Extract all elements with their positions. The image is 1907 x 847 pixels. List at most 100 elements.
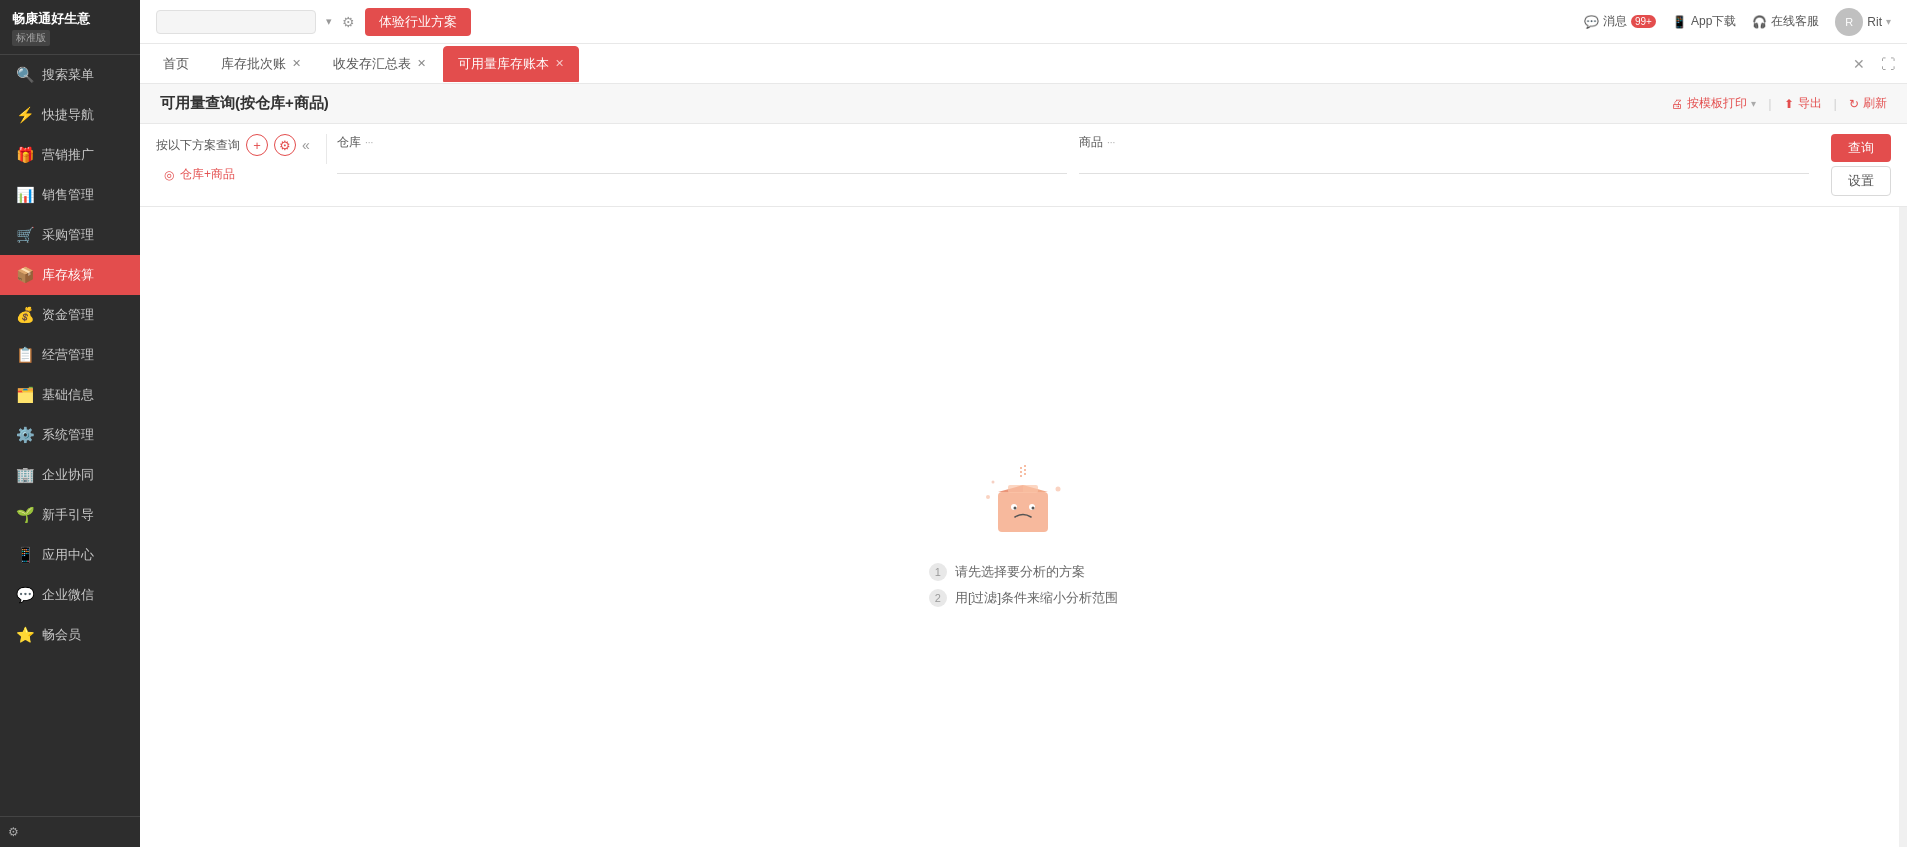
message-badge: 99+ bbox=[1631, 15, 1656, 28]
trial-button[interactable]: 体验行业方案 bbox=[365, 8, 471, 36]
sidebar-item-label-inventory: 库存核算 bbox=[42, 266, 94, 284]
app-download-icon: 📱 bbox=[1672, 15, 1687, 29]
settings-button[interactable]: 设置 bbox=[1831, 166, 1891, 196]
sidebar-item-label-sales: 销售管理 bbox=[42, 186, 94, 204]
tab-batch-ledger[interactable]: 库存批次账✕ bbox=[206, 46, 316, 82]
sidebar-item-system[interactable]: ⚙️ 系统管理 bbox=[0, 415, 140, 455]
main-area: ▾ ⚙ 体验行业方案 💬 消息 99+ 📱 App下载 🎧 在线客服 R Rit… bbox=[140, 0, 1907, 847]
membership-icon: ⭐ bbox=[16, 626, 34, 644]
operations-icon: 📋 bbox=[16, 346, 34, 364]
finance-icon: 💰 bbox=[16, 306, 34, 324]
maximize-icon[interactable]: ⛶ bbox=[1877, 52, 1899, 76]
close-window-icon[interactable]: ✕ bbox=[1849, 52, 1869, 76]
sidebar-item-marketing-promo[interactable]: 🎁 营销推广 bbox=[0, 135, 140, 175]
message-button[interactable]: 💬 消息 99+ bbox=[1584, 13, 1656, 30]
sidebar-item-shortcut[interactable]: ⚡ 快捷导航 bbox=[0, 95, 140, 135]
sidebar: 畅康通好生意 标准版 🔍 搜索菜单 ⚡ 快捷导航 🎁 营销推广 📊 销售管理 🛒… bbox=[0, 0, 140, 847]
sidebar-item-purchase[interactable]: 🛒 采购管理 bbox=[0, 215, 140, 255]
wechat-icon: 💬 bbox=[16, 586, 34, 604]
sidebar-item-finance[interactable]: 💰 资金管理 bbox=[0, 295, 140, 335]
purchase-icon: 🛒 bbox=[16, 226, 34, 244]
print-chevron-icon: ▾ bbox=[1751, 98, 1756, 109]
sidebar-item-newbie[interactable]: 🌱 新手引导 bbox=[0, 495, 140, 535]
sales-icon: 📊 bbox=[16, 186, 34, 204]
topbar-chevron-icon[interactable]: ▾ bbox=[326, 15, 332, 28]
tab-label-available-ledger: 可用量库存账本 bbox=[458, 55, 549, 73]
sidebar-scroll: 🔍 搜索菜单 ⚡ 快捷导航 🎁 营销推广 📊 销售管理 🛒 采购管理 📦 库存核… bbox=[0, 55, 140, 816]
scheme-icon: ◎ bbox=[164, 168, 174, 182]
query-actions: 查询 设置 bbox=[1831, 134, 1891, 196]
query-button[interactable]: 查询 bbox=[1831, 134, 1891, 162]
shortcut-icon: ⚡ bbox=[16, 106, 34, 124]
brand-name: 畅康通好生意 bbox=[12, 10, 128, 28]
sidebar-item-inventory[interactable]: 📦 库存核算 bbox=[0, 255, 140, 295]
refresh-button[interactable]: ↻ 刷新 bbox=[1849, 95, 1887, 112]
user-chevron-icon: ▾ bbox=[1886, 16, 1891, 27]
topbar-right: 💬 消息 99+ 📱 App下载 🎧 在线客服 R Rit ▾ bbox=[1584, 8, 1891, 36]
sidebar-item-label-purchase: 采购管理 bbox=[42, 226, 94, 244]
page-header: 可用量查询(按仓库+商品) 🖨 按模板打印 ▾ | ⬆ 导出 | ↻ 刷新 bbox=[140, 84, 1907, 124]
export-button[interactable]: ⬆ 导出 bbox=[1784, 95, 1822, 112]
scheme-item-warehouse-product[interactable]: ◎ 仓库+商品 bbox=[156, 162, 316, 187]
sidebar-item-sales[interactable]: 📊 销售管理 bbox=[0, 175, 140, 215]
sidebar-bottom: ⚙ bbox=[0, 816, 140, 847]
sidebar-item-label-newbie: 新手引导 bbox=[42, 506, 94, 524]
sidebar-item-label-wechat: 企业微信 bbox=[42, 586, 94, 604]
online-service-button[interactable]: 🎧 在线客服 bbox=[1752, 13, 1819, 30]
filter-setting-button[interactable]: ⚙ bbox=[274, 134, 296, 156]
sidebar-item-label-enterprise: 企业协同 bbox=[42, 466, 94, 484]
topbar-search-input[interactable] bbox=[156, 10, 316, 34]
empty-hint-2: 2 用[过滤]条件来缩小分析范围 bbox=[929, 589, 1118, 607]
topbar: ▾ ⚙ 体验行业方案 💬 消息 99+ 📱 App下载 🎧 在线客服 R Rit… bbox=[140, 0, 1907, 44]
tab-close-available-ledger[interactable]: ✕ bbox=[555, 58, 564, 69]
sidebar-item-label-finance: 资金管理 bbox=[42, 306, 94, 324]
product-field: 商品 ··· bbox=[1079, 134, 1809, 174]
settings-icon: ⚙ bbox=[8, 825, 19, 839]
topbar-gear-icon[interactable]: ⚙ bbox=[342, 14, 355, 30]
sidebar-item-basic[interactable]: 🗂️ 基础信息 bbox=[0, 375, 140, 415]
sidebar-item-label-operations: 经营管理 bbox=[42, 346, 94, 364]
warehouse-label: 仓库 bbox=[337, 134, 361, 151]
online-service-label: 在线客服 bbox=[1771, 13, 1819, 30]
filter-vertical-divider bbox=[326, 134, 327, 164]
sidebar-item-label-shortcut: 快捷导航 bbox=[42, 106, 94, 124]
username: Rit bbox=[1867, 15, 1882, 29]
sidebar-item-membership[interactable]: ⭐ 畅会员 bbox=[0, 615, 140, 655]
tab-label-home: 首页 bbox=[163, 55, 189, 73]
hint2-text: 用[过滤]条件来缩小分析范围 bbox=[955, 589, 1118, 607]
app-center-icon: 📱 bbox=[16, 546, 34, 564]
filter-add-button[interactable]: + bbox=[246, 134, 268, 156]
warehouse-more-icon[interactable]: ··· bbox=[365, 137, 373, 148]
tab-recv-summary[interactable]: 收发存汇总表✕ bbox=[318, 46, 441, 82]
content-area: 1 请先选择要分析的方案 2 用[过滤]条件来缩小分析范围 bbox=[140, 207, 1907, 847]
sidebar-item-app-center[interactable]: 📱 应用中心 bbox=[0, 535, 140, 575]
empty-hints: 1 请先选择要分析的方案 2 用[过滤]条件来缩小分析范围 bbox=[929, 563, 1118, 607]
tab-close-batch-ledger[interactable]: ✕ bbox=[292, 58, 301, 69]
marketing-promo-icon: 🎁 bbox=[16, 146, 34, 164]
tab-home[interactable]: 首页 bbox=[148, 46, 204, 82]
svg-point-6 bbox=[1014, 507, 1017, 510]
sidebar-item-label-search: 搜索菜单 bbox=[42, 66, 94, 84]
app-download-button[interactable]: 📱 App下载 bbox=[1672, 13, 1736, 30]
sidebar-item-operations[interactable]: 📋 经营管理 bbox=[0, 335, 140, 375]
sidebar-item-search[interactable]: 🔍 搜索菜单 bbox=[0, 55, 140, 95]
sidebar-item-wechat[interactable]: 💬 企业微信 bbox=[0, 575, 140, 615]
brand-tag: 标准版 bbox=[12, 30, 50, 46]
svg-point-10 bbox=[992, 481, 995, 484]
sidebar-item-label-marketing-promo: 营销推广 bbox=[42, 146, 94, 164]
print-button[interactable]: 🖨 按模板打印 ▾ bbox=[1671, 95, 1756, 112]
warehouse-field: 仓库 ··· bbox=[337, 134, 1067, 174]
tab-available-ledger[interactable]: 可用量库存账本 ✕ bbox=[443, 46, 579, 82]
sidebar-item-enterprise[interactable]: 🏢 企业协同 bbox=[0, 455, 140, 495]
product-more-icon[interactable]: ··· bbox=[1107, 137, 1115, 148]
message-icon: 💬 bbox=[1584, 15, 1599, 29]
scrollbar-track[interactable] bbox=[1899, 207, 1907, 847]
filter-collapse-icon[interactable]: « bbox=[302, 137, 310, 153]
warehouse-input[interactable] bbox=[337, 153, 1067, 174]
sidebar-item-label-app-center: 应用中心 bbox=[42, 546, 94, 564]
empty-state: 1 请先选择要分析的方案 2 用[过滤]条件来缩小分析范围 bbox=[929, 447, 1118, 607]
product-input[interactable] bbox=[1079, 153, 1809, 174]
user-info[interactable]: R Rit ▾ bbox=[1835, 8, 1891, 36]
sidebar-item-label-system: 系统管理 bbox=[42, 426, 94, 444]
tab-close-recv-summary[interactable]: ✕ bbox=[417, 58, 426, 69]
